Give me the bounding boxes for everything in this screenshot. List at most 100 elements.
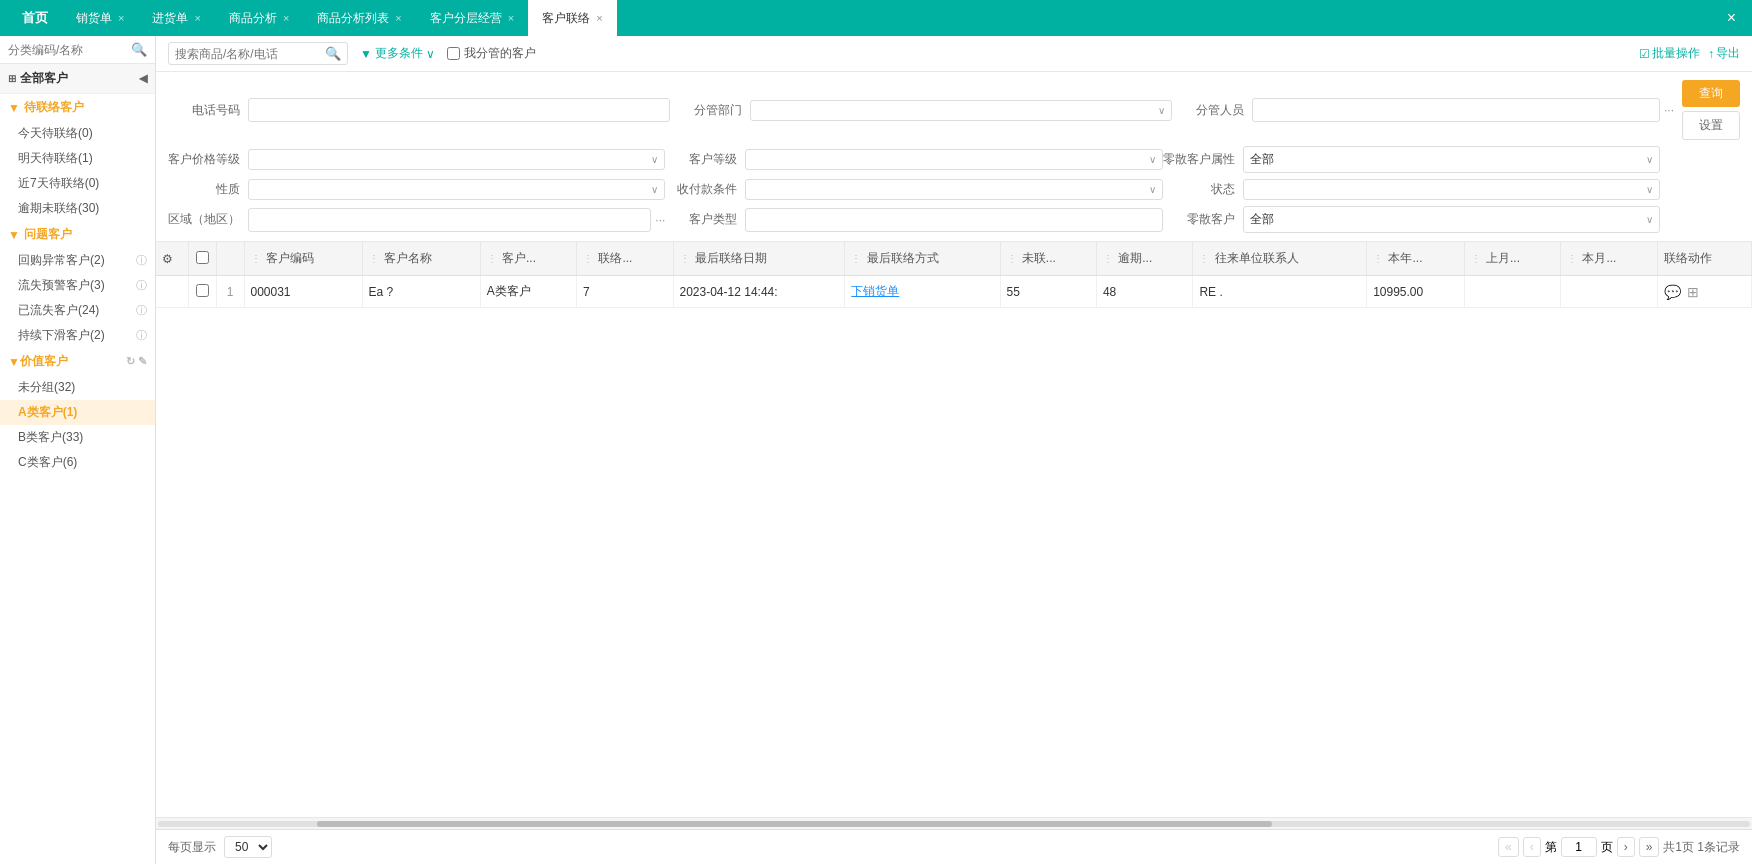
region-input[interactable]	[248, 208, 651, 232]
page-number-input[interactable]	[1561, 837, 1597, 857]
refresh-icon[interactable]: ↻	[126, 355, 135, 368]
nav-analysis[interactable]: 商品分析 ×	[215, 0, 303, 36]
td-type: A类客户	[480, 276, 576, 308]
batch-operation-button[interactable]: ☑ 批量操作	[1639, 45, 1700, 62]
retail-attr-select[interactable]: 全部 ∨	[1243, 146, 1660, 173]
next-page-button[interactable]: ›	[1617, 837, 1635, 857]
query-button[interactable]: 查询	[1682, 80, 1740, 107]
sidebar-item-churned[interactable]: 已流失客户(24) ⓘ	[0, 298, 155, 323]
customer-level-arrow: ∨	[1149, 154, 1156, 165]
dept-select[interactable]: ∨	[750, 100, 1172, 121]
customer-type-input[interactable]	[745, 208, 1162, 232]
status-select[interactable]: ∨	[1243, 179, 1660, 200]
phone-input[interactable]	[248, 98, 670, 122]
price-level-select[interactable]: ∨	[248, 149, 665, 170]
close-customer-tier-tab[interactable]: ×	[508, 12, 514, 24]
page-label: 第	[1545, 839, 1557, 856]
sidebar-item-ungrouped[interactable]: 未分组(32)	[0, 375, 155, 400]
nav-customer-tier[interactable]: 客户分层经营 ×	[416, 0, 528, 36]
sidebar-item-week-pending[interactable]: 近7天待联络(0)	[0, 171, 155, 196]
table-row: 1 000031 Ea ? A类客户 7 2023-04-12 14:44: 下…	[156, 276, 1752, 308]
customer-level-field: 客户等级 ∨	[665, 149, 1162, 170]
nav-analysis-list[interactable]: 商品分析列表 ×	[303, 0, 415, 36]
close-all-button[interactable]: ×	[1719, 9, 1744, 27]
prev-page-button[interactable]: ‹	[1523, 837, 1541, 857]
filter-search-input[interactable]	[175, 47, 325, 61]
sidebar-search-input[interactable]	[8, 43, 131, 57]
retail-customer-select[interactable]: 全部 ∨	[1243, 206, 1660, 233]
close-customer-contact-tab[interactable]: ×	[596, 12, 602, 24]
close-analysis-tab[interactable]: ×	[283, 12, 289, 24]
sidebar-item-churn-warning[interactable]: 流失预警客户(3) ⓘ	[0, 273, 155, 298]
nav-sales[interactable]: 销货单 ×	[62, 0, 138, 36]
sidebar-item-tomorrow-pending[interactable]: 明天待联络(1)	[0, 146, 155, 171]
status-field: 状态 ∨	[1163, 179, 1660, 200]
all-customers-header[interactable]: ⊞ 全部客户 ◀	[0, 64, 155, 94]
nav-home[interactable]: 首页	[8, 0, 62, 36]
retail-customer-field: 零散客户 全部 ∨	[1163, 206, 1660, 233]
export-button[interactable]: ↑ 导出	[1708, 45, 1740, 62]
pagination: « ‹ 第 页 › » 共1页 1条记录	[1498, 837, 1740, 857]
nature-select[interactable]: ∨	[248, 179, 665, 200]
price-level-arrow: ∨	[651, 154, 658, 165]
value-customers-group[interactable]: ▼ 价值客户 ↻ ✎	[0, 348, 155, 375]
pending-contact-group[interactable]: ▼ 待联络客户	[0, 94, 155, 121]
settings-button[interactable]: 设置	[1682, 111, 1740, 140]
manager-field: 分管人员 ···	[1172, 98, 1674, 122]
retail-attr-field: 零散客户属性 全部 ∨	[1163, 146, 1660, 173]
problem-customers-group[interactable]: ▼ 问题客户	[0, 221, 155, 248]
sidebar-item-repurchase-abnormal[interactable]: 回购异常客户(2) ⓘ	[0, 248, 155, 273]
sidebar-item-today-pending[interactable]: 今天待联络(0)	[0, 121, 155, 146]
my-customers-checkbox[interactable]: 我分管的客户	[447, 45, 536, 62]
manager-dots[interactable]: ···	[1664, 103, 1674, 117]
filter-row-4: 区域（地区） ··· 客户类型 零散客户 全部 ∨	[168, 206, 1740, 233]
nav-purchase[interactable]: 进货单 ×	[138, 0, 214, 36]
sidebar-item-b-class[interactable]: B类客户(33)	[0, 425, 155, 450]
close-purchase-tab[interactable]: ×	[194, 12, 200, 24]
th-last-month: ⋮ 上月...	[1464, 242, 1560, 276]
last-method-link[interactable]: 下销货单	[851, 284, 899, 298]
table-header-row: ⚙ ⋮ 客户编码 ⋮ 客户名称	[156, 242, 1752, 276]
td-rownum: 1	[216, 276, 244, 308]
sidebar-item-c-class[interactable]: C类客户(6)	[0, 450, 155, 475]
sidebar-search-icon[interactable]: 🔍	[131, 42, 147, 57]
settings-icon[interactable]: ⚙	[162, 252, 173, 266]
filter-search-icon[interactable]: 🔍	[325, 46, 341, 61]
my-customers-check[interactable]	[447, 47, 460, 60]
manager-input[interactable]	[1252, 98, 1660, 122]
info-icon: ⓘ	[136, 328, 147, 343]
page-total: 共1页 1条记录	[1663, 839, 1740, 856]
last-page-button[interactable]: »	[1639, 837, 1660, 857]
manager-label: 分管人员	[1172, 102, 1252, 119]
row-checkbox[interactable]	[196, 284, 209, 297]
customer-level-select[interactable]: ∨	[745, 149, 1162, 170]
horizontal-scrollbar[interactable]	[156, 817, 1752, 829]
filter-panel: 电话号码 分管部门 ∨ 分管人员 ··· 查询 设置	[156, 72, 1752, 242]
td-last-method: 下销货单	[845, 276, 1000, 308]
retail-attr-arrow: ∨	[1646, 154, 1653, 165]
page-of-label: 页	[1601, 839, 1613, 856]
region-label: 区域（地区）	[168, 211, 248, 228]
close-analysis-list-tab[interactable]: ×	[395, 12, 401, 24]
sidebar-item-overdue-pending[interactable]: 逾期未联络(30)	[0, 196, 155, 221]
dept-field: 分管部门 ∨	[670, 100, 1172, 121]
retail-customer-label: 零散客户	[1163, 211, 1243, 228]
close-sales-tab[interactable]: ×	[118, 12, 124, 24]
first-page-button[interactable]: «	[1498, 837, 1519, 857]
phone-field: 电话号码	[168, 98, 670, 122]
grid-action-icon[interactable]: ⊞	[1687, 284, 1699, 300]
data-table-wrapper: ⚙ ⋮ 客户编码 ⋮ 客户名称	[156, 242, 1752, 817]
chat-icon[interactable]: 💬	[1664, 284, 1681, 300]
edit-icon[interactable]: ✎	[138, 355, 147, 368]
nav-customer-contact[interactable]: 客户联络 ×	[528, 0, 616, 36]
th-person: ⋮ 往来单位联系人	[1193, 242, 1367, 276]
td-action: 💬 ⊞	[1657, 276, 1751, 308]
more-conditions-button[interactable]: ▼ 更多条件 ∨	[360, 45, 435, 62]
region-field: 区域（地区） ···	[168, 208, 665, 232]
page-size-select[interactable]: 50	[224, 836, 272, 858]
region-dots[interactable]: ···	[655, 213, 665, 227]
select-all-checkbox[interactable]	[196, 251, 209, 264]
payment-terms-select[interactable]: ∨	[745, 179, 1162, 200]
sidebar-item-declining[interactable]: 持续下滑客户(2) ⓘ	[0, 323, 155, 348]
sidebar-item-a-class[interactable]: A类客户(1)	[0, 400, 155, 425]
